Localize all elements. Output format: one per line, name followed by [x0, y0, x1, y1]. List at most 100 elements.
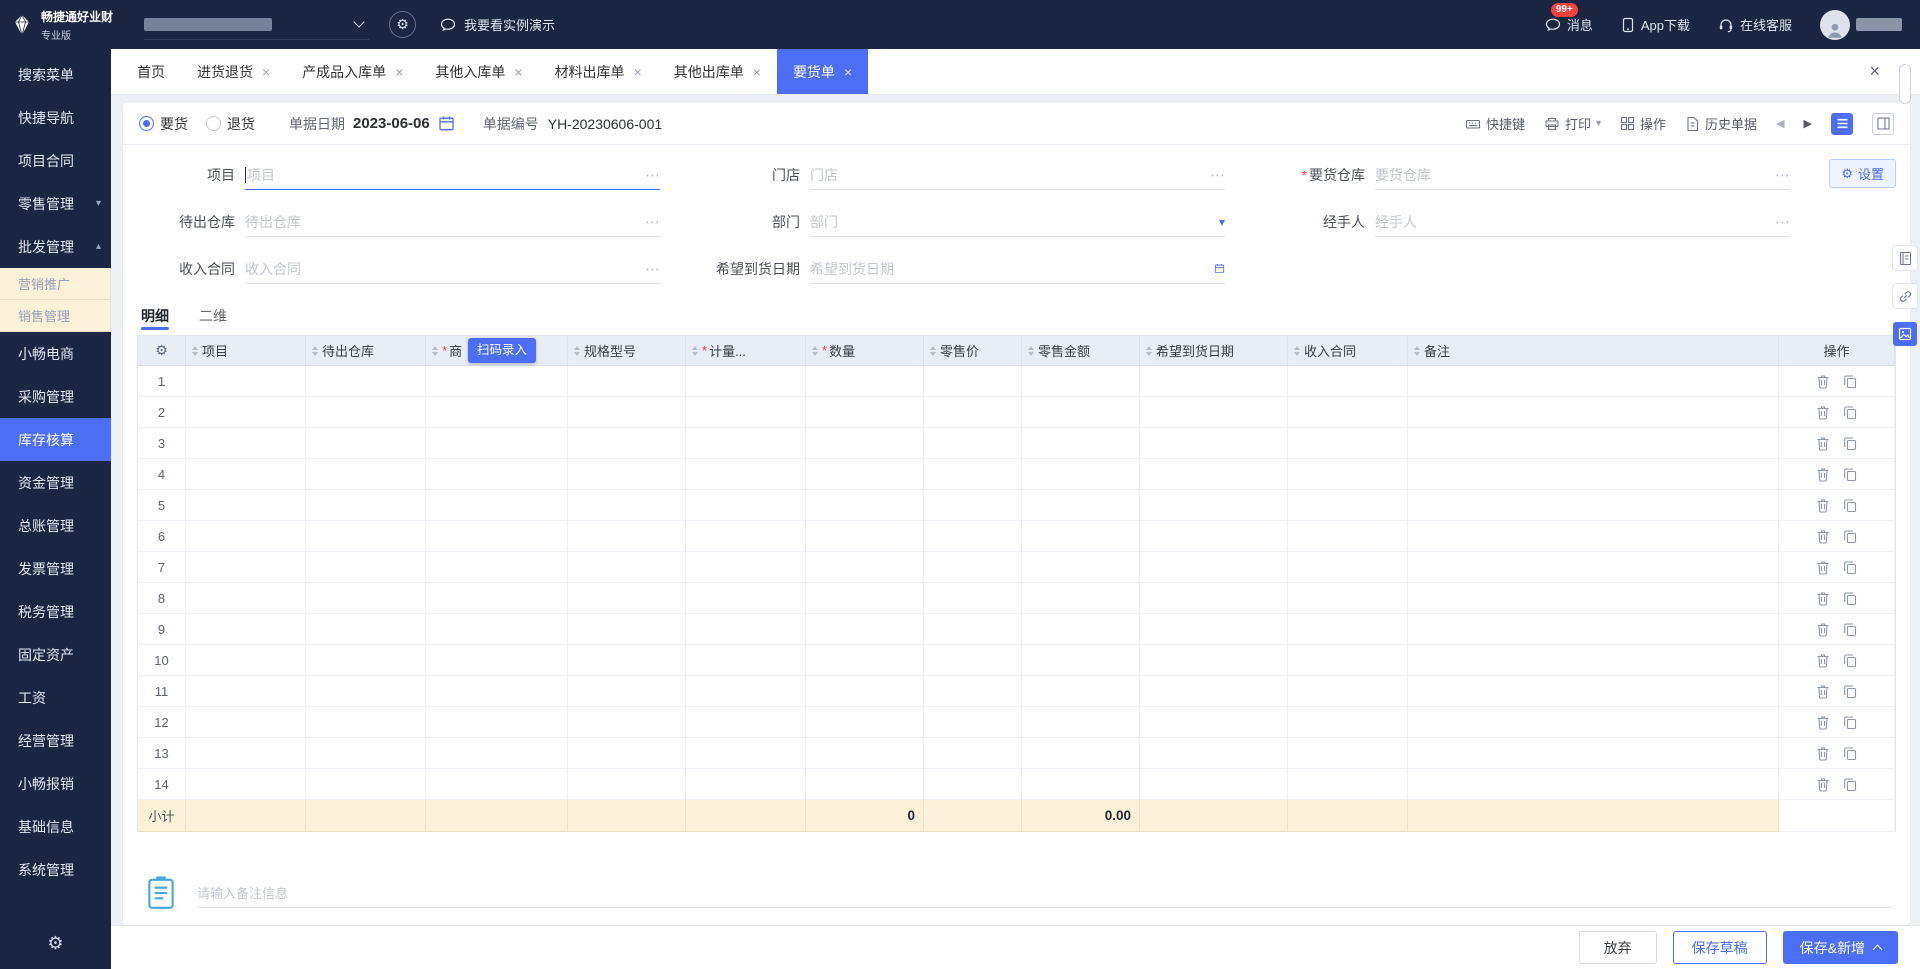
- tab-detail[interactable]: 明细: [141, 297, 169, 335]
- copy-row-icon[interactable]: [1843, 591, 1857, 606]
- online-service-button[interactable]: 在线客服: [1718, 15, 1792, 34]
- grid-cell[interactable]: [1022, 583, 1140, 614]
- grid-cell[interactable]: [426, 459, 568, 490]
- copy-row-icon[interactable]: [1843, 715, 1857, 730]
- grid-cell[interactable]: [568, 769, 686, 800]
- delete-row-icon[interactable]: [1816, 436, 1830, 451]
- grid-cell[interactable]: [686, 397, 806, 428]
- grid-cell[interactable]: [1288, 490, 1408, 521]
- grid-cell[interactable]: [1022, 769, 1140, 800]
- messages-button[interactable]: 99+ 消息: [1545, 3, 1593, 34]
- grid-cell[interactable]: [1288, 366, 1408, 397]
- grid-cell[interactable]: [686, 366, 806, 397]
- grid-cell[interactable]: [1140, 676, 1288, 707]
- grid-cell[interactable]: [306, 459, 426, 490]
- sidebar-item-13[interactable]: 税务管理: [0, 590, 111, 633]
- grid-cell[interactable]: [1140, 428, 1288, 459]
- sort-icon[interactable]: [432, 345, 438, 356]
- grid-cell[interactable]: [924, 459, 1022, 490]
- grid-cell[interactable]: [806, 614, 924, 645]
- sort-icon[interactable]: [812, 345, 818, 356]
- column-header-5[interactable]: * 数量: [806, 336, 924, 366]
- grid-cell[interactable]: [186, 707, 306, 738]
- sidebar-settings-button[interactable]: ⚙: [0, 917, 111, 969]
- shortcut-keys-button[interactable]: 快捷键: [1465, 114, 1525, 133]
- copy-row-icon[interactable]: [1843, 374, 1857, 389]
- grid-cell[interactable]: [306, 428, 426, 459]
- grid-cell[interactable]: [1288, 676, 1408, 707]
- cancel-button[interactable]: 放弃: [1578, 931, 1657, 964]
- grid-settings-header[interactable]: ⚙: [138, 336, 186, 366]
- grid-cell[interactable]: [806, 583, 924, 614]
- grid-cell[interactable]: [1408, 428, 1779, 459]
- grid-cell[interactable]: [924, 490, 1022, 521]
- copy-row-icon[interactable]: [1843, 436, 1857, 451]
- sidebar-item-1[interactable]: 快捷导航: [0, 96, 111, 139]
- grid-cell[interactable]: [924, 707, 1022, 738]
- grid-cell[interactable]: [1288, 583, 1408, 614]
- grid-cell[interactable]: [924, 645, 1022, 676]
- history-button[interactable]: 历史单据: [1685, 114, 1757, 133]
- grid-cell[interactable]: [186, 614, 306, 645]
- sidebar-item-15[interactable]: 工资: [0, 676, 111, 719]
- grid-cell[interactable]: [1022, 366, 1140, 397]
- grid-cell[interactable]: [924, 738, 1022, 769]
- column-header-0[interactable]: 项目: [186, 336, 306, 366]
- outbound-warehouse-input[interactable]: 待出仓库 ⋯: [245, 207, 660, 237]
- more-icon[interactable]: ⋯: [639, 166, 660, 184]
- grid-cell[interactable]: [306, 738, 426, 769]
- copy-row-icon[interactable]: [1843, 405, 1857, 420]
- delete-row-icon[interactable]: [1816, 467, 1830, 482]
- settings-button[interactable]: ⚙ 设置: [1829, 159, 1896, 188]
- grid-cell[interactable]: [686, 521, 806, 552]
- user-account[interactable]: [1820, 9, 1902, 40]
- grid-cell[interactable]: [1408, 459, 1779, 490]
- tab-2[interactable]: 产成品入库单 ×: [286, 49, 419, 94]
- grid-cell[interactable]: [1140, 645, 1288, 676]
- grid-cell[interactable]: [686, 614, 806, 645]
- sidebar-item-8[interactable]: 采购管理: [0, 375, 111, 418]
- grid-cell[interactable]: [426, 552, 568, 583]
- grid-cell[interactable]: [426, 366, 568, 397]
- grid-cell[interactable]: [1408, 738, 1779, 769]
- date-value[interactable]: 2023-06-06: [353, 115, 430, 132]
- close-icon[interactable]: ×: [634, 64, 642, 80]
- grid-cell[interactable]: [306, 769, 426, 800]
- grid-cell[interactable]: [306, 521, 426, 552]
- sort-icon[interactable]: [1028, 345, 1034, 356]
- next-doc-arrow[interactable]: ▶: [1804, 117, 1812, 130]
- copy-row-icon[interactable]: [1843, 529, 1857, 544]
- radio-request-goods[interactable]: 要货: [139, 114, 188, 134]
- grid-cell[interactable]: [1408, 645, 1779, 676]
- grid-cell[interactable]: [1140, 738, 1288, 769]
- more-icon[interactable]: ⋯: [639, 213, 660, 231]
- link-panel-icon[interactable]: [1893, 284, 1917, 308]
- copy-row-icon[interactable]: [1843, 467, 1857, 482]
- grid-cell[interactable]: [1288, 521, 1408, 552]
- column-header-9[interactable]: 收入合同: [1288, 336, 1408, 366]
- grid-cell[interactable]: [568, 490, 686, 521]
- sidebar-item-14[interactable]: 固定资产: [0, 633, 111, 676]
- grid-cell[interactable]: [1022, 645, 1140, 676]
- grid-cell[interactable]: [1408, 614, 1779, 645]
- column-header-2[interactable]: * 商扫码录入: [426, 336, 568, 366]
- grid-cell[interactable]: [426, 428, 568, 459]
- grid-cell[interactable]: [1288, 459, 1408, 490]
- save-draft-button[interactable]: 保存草稿: [1672, 931, 1767, 964]
- grid-cell[interactable]: [1022, 552, 1140, 583]
- grid-cell[interactable]: [1022, 490, 1140, 521]
- grid-cell[interactable]: [1140, 397, 1288, 428]
- delete-row-icon[interactable]: [1816, 374, 1830, 389]
- grid-cell[interactable]: [568, 552, 686, 583]
- grid-cell[interactable]: [686, 428, 806, 459]
- chevron-down-icon[interactable]: ▾: [1213, 215, 1225, 229]
- grid-cell[interactable]: [806, 676, 924, 707]
- grid-cell[interactable]: [1022, 707, 1140, 738]
- save-and-new-button[interactable]: 保存&新增: [1782, 931, 1898, 964]
- grid-cell[interactable]: [186, 428, 306, 459]
- copy-row-icon[interactable]: [1843, 622, 1857, 637]
- grid-cell[interactable]: [806, 738, 924, 769]
- grid-cell[interactable]: [306, 645, 426, 676]
- grid-cell[interactable]: [1408, 490, 1779, 521]
- expected-date-input[interactable]: 希望到货日期: [810, 254, 1225, 284]
